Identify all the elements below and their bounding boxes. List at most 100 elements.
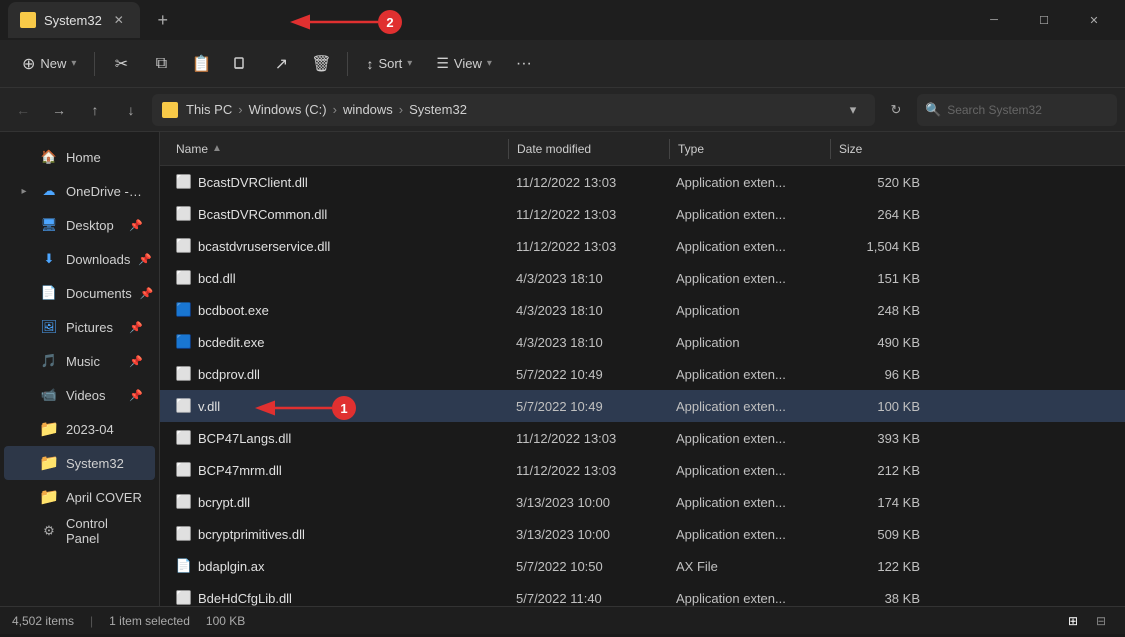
file-type-icon: ⬜ (176, 366, 192, 382)
sidebar-downloads-label: Downloads (66, 252, 130, 267)
close-button[interactable]: ✕ (1071, 5, 1117, 35)
col-header-name[interactable]: Name ▲ (168, 142, 508, 156)
col-header-date[interactable]: Date modified (509, 142, 669, 156)
file-name-cell: ⬜ bcdprov.dll (168, 366, 508, 382)
table-row[interactable]: ⬜ v.dll 5/7/2022 10:49 Application exten… (160, 390, 1125, 422)
expand-icon (16, 353, 32, 369)
sort-label: Sort (378, 56, 402, 71)
minimize-button[interactable]: ─ (971, 5, 1017, 35)
toolbar-separator-2 (347, 52, 348, 76)
cut-button[interactable]: ✂ (103, 46, 139, 82)
sidebar-item-music[interactable]: 🎵 Music 📌 (4, 344, 155, 378)
tab-close-button[interactable]: ✕ (110, 11, 128, 29)
grid-view-toggle[interactable]: ⊟ (1089, 609, 1113, 633)
share-button[interactable]: ↗ (263, 46, 299, 82)
documents-icon: 📄 (40, 284, 58, 302)
sidebar-onedrive-label: OneDrive - Pers... (66, 184, 143, 199)
status-count: 4,502 items (12, 614, 74, 628)
table-row[interactable]: ⬜ bcryptprimitives.dll 3/13/2023 10:00 A… (160, 518, 1125, 550)
breadcrumb-dropdown-button[interactable]: ▾ (841, 98, 865, 122)
home-icon: 🏠 (40, 148, 58, 166)
file-type-icon: ⬜ (176, 174, 192, 190)
new-label: New (40, 56, 66, 71)
paste-button[interactable]: 📋 (183, 46, 219, 82)
up-button[interactable]: ↑ (80, 95, 110, 125)
file-list-header: Name ▲ Date modified Type Size (160, 132, 1125, 166)
file-type-icon: ⬜ (176, 238, 192, 254)
file-type-icon: ⬜ (176, 430, 192, 446)
expand-icon (16, 455, 32, 471)
col-type-label: Type (678, 142, 704, 156)
active-tab[interactable]: System32 ✕ (8, 2, 140, 38)
new-button[interactable]: ⊕ New ▾ (12, 46, 86, 82)
main-layout: 🏠 Home ▸ ☁ OneDrive - Pers... 🖥 Desktop … (0, 132, 1125, 606)
music-icon: 🎵 (40, 352, 58, 370)
refresh-button[interactable]: ↻ (881, 95, 911, 125)
maximize-button[interactable]: ☐ (1021, 5, 1067, 35)
table-row[interactable]: ⬜ BdeHdCfgLib.dll 5/7/2022 11:40 Applica… (160, 582, 1125, 606)
file-type-icon: ⬜ (176, 526, 192, 542)
file-name: BcastDVRCommon.dll (198, 207, 327, 222)
sidebar-item-videos[interactable]: 📹 Videos 📌 (4, 378, 155, 412)
new-chevron-icon: ▾ (71, 58, 76, 69)
table-row[interactable]: 📄 bdaplgin.ax 5/7/2022 10:50 AX File 122… (160, 550, 1125, 582)
file-date-cell: 5/7/2022 10:49 (508, 399, 668, 414)
list-view-toggle[interactable]: ⊞ (1061, 609, 1085, 633)
sidebar-item-downloads[interactable]: ⬇ Downloads 📌 (4, 242, 155, 276)
file-type-cell: Application exten... (668, 431, 828, 446)
file-date-cell: 5/7/2022 11:40 (508, 591, 668, 606)
delete-button[interactable]: 🗑 (303, 46, 339, 82)
sidebar-item-system32[interactable]: 📁 System32 (4, 446, 155, 480)
col-header-type[interactable]: Type (670, 142, 830, 156)
file-name: BcastDVRClient.dll (198, 175, 308, 190)
breadcrumb[interactable]: This PC › Windows (C:) › windows › Syste… (152, 94, 875, 126)
status-size: 100 KB (206, 614, 245, 628)
sidebar-item-onedrive[interactable]: ▸ ☁ OneDrive - Pers... (4, 174, 155, 208)
file-name: bdaplgin.ax (198, 559, 265, 574)
table-row[interactable]: ⬜ BcastDVRClient.dll 11/12/2022 13:03 Ap… (160, 166, 1125, 198)
search-box[interactable]: 🔍 Search System32 (917, 94, 1117, 126)
more-button[interactable]: ··· (506, 46, 542, 82)
file-date-cell: 4/3/2023 18:10 (508, 303, 668, 318)
file-name-cell: ⬜ bcastdvruserservice.dll (168, 238, 508, 254)
col-header-size[interactable]: Size (831, 142, 931, 156)
sidebar-item-control[interactable]: ⚙ Control Panel (4, 514, 155, 548)
downloads-icon: ⬇ (40, 250, 58, 268)
onedrive-icon: ☁ (40, 182, 58, 200)
table-row[interactable]: ⬜ bcrypt.dll 3/13/2023 10:00 Application… (160, 486, 1125, 518)
file-name: bcryptprimitives.dll (198, 527, 305, 542)
file-type-cell: Application exten... (668, 591, 828, 606)
copy-button[interactable]: ⧉ (143, 46, 179, 82)
sidebar-desktop-label: Desktop (66, 218, 114, 233)
table-row[interactable]: 🟦 bcdboot.exe 4/3/2023 18:10 Application… (160, 294, 1125, 326)
view-button[interactable]: ☰ View ▾ (426, 46, 502, 82)
file-date-cell: 3/13/2023 10:00 (508, 495, 668, 510)
status-divider: | (90, 614, 93, 628)
table-row[interactable]: ⬜ bcdprov.dll 5/7/2022 10:49 Application… (160, 358, 1125, 390)
table-row[interactable]: ⬜ BCP47Langs.dll 11/12/2022 13:03 Applic… (160, 422, 1125, 454)
table-row[interactable]: ⬜ BCP47mrm.dll 11/12/2022 13:03 Applicat… (160, 454, 1125, 486)
file-size-cell: 96 KB (828, 367, 928, 382)
window-controls: ─ ☐ ✕ (971, 5, 1117, 35)
search-icon: 🔍 (925, 102, 941, 118)
sidebar-item-documents[interactable]: 📄 Documents 📌 (4, 276, 155, 310)
file-size-cell: 490 KB (828, 335, 928, 350)
table-row[interactable]: ⬜ BcastDVRCommon.dll 11/12/2022 13:03 Ap… (160, 198, 1125, 230)
sidebar-item-desktop[interactable]: 🖥 Desktop 📌 (4, 208, 155, 242)
sidebar-item-home[interactable]: 🏠 Home (4, 140, 155, 174)
address-bar: ← → ↑ ↓ This PC › Windows (C:) › windows… (0, 88, 1125, 132)
down-button[interactable]: ↓ (116, 95, 146, 125)
table-row[interactable]: ⬜ bcastdvruserservice.dll 11/12/2022 13:… (160, 230, 1125, 262)
file-type-cell: Application exten... (668, 271, 828, 286)
table-row[interactable]: 🟦 bcdedit.exe 4/3/2023 18:10 Application… (160, 326, 1125, 358)
sidebar-item-pictures[interactable]: 🖼 Pictures 📌 (4, 310, 155, 344)
table-row[interactable]: ⬜ bcd.dll 4/3/2023 18:10 Application ext… (160, 262, 1125, 294)
forward-button[interactable]: → (44, 95, 74, 125)
sort-button[interactable]: ↕ Sort ▾ (356, 46, 422, 82)
new-tab-button[interactable]: + (148, 5, 178, 35)
folder-icon: 📁 (40, 420, 58, 438)
rename-button[interactable] (223, 46, 259, 82)
sidebar-item-2023[interactable]: 📁 2023-04 (4, 412, 155, 446)
back-button[interactable]: ← (8, 95, 38, 125)
sidebar-item-april[interactable]: 📁 April COVER (4, 480, 155, 514)
